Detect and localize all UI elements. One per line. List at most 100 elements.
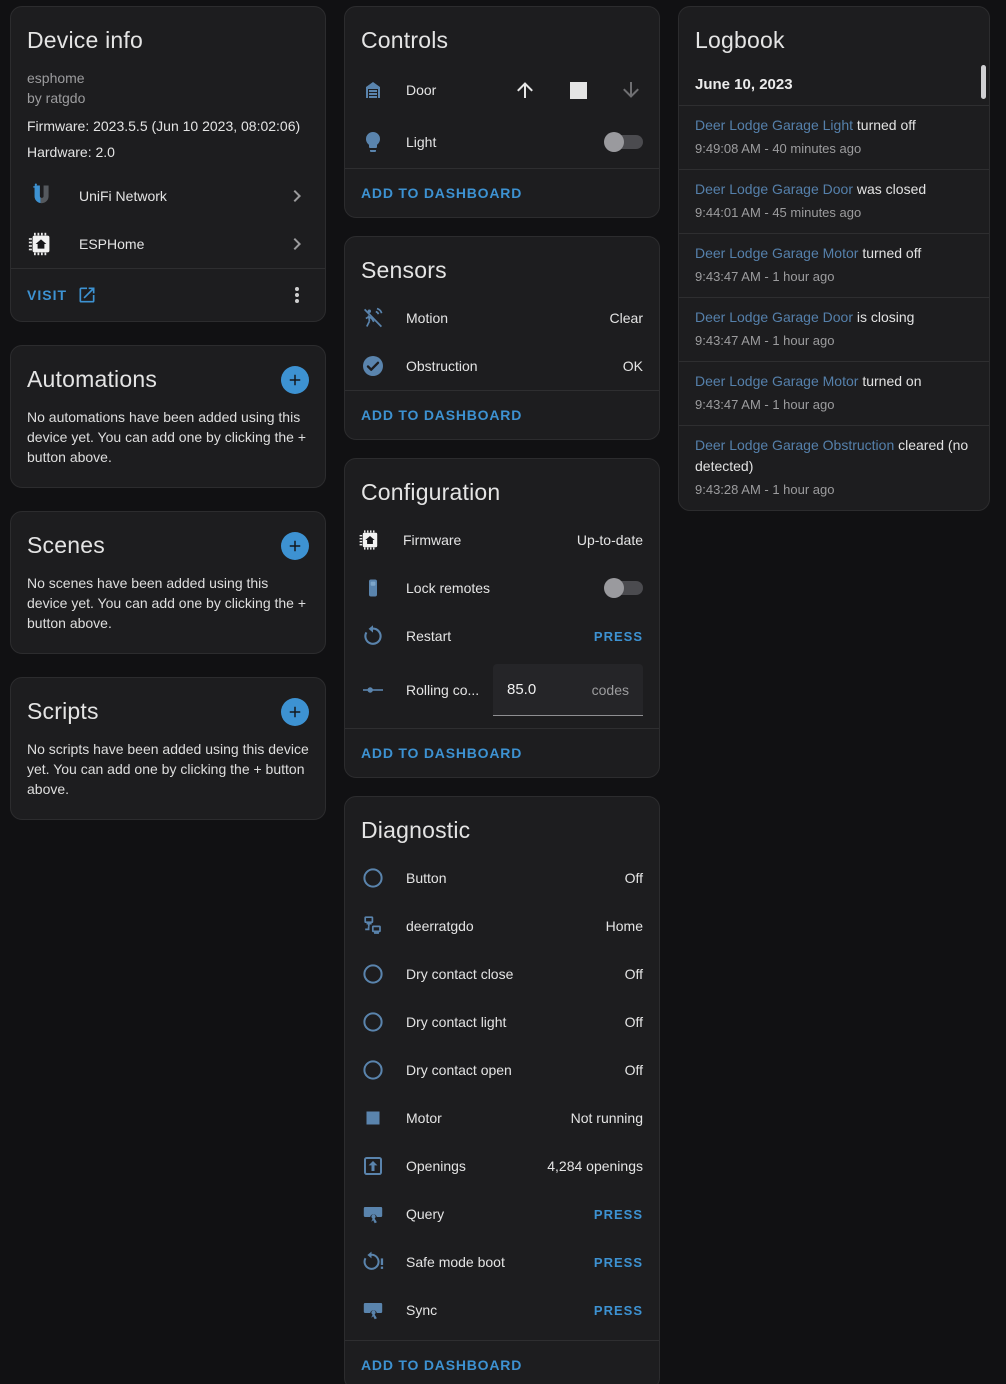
- logbook-event-text: was closed: [856, 181, 927, 197]
- logbook-card: Logbook June 10, 2023 Deer Lodge Garage …: [678, 6, 990, 511]
- sensors-title: Sensors: [361, 257, 447, 283]
- configuration-add-to-dashboard-button[interactable]: ADD TO DASHBOARD: [345, 729, 659, 777]
- row-label: Motor: [406, 1110, 442, 1126]
- scripts-header: Scripts: [11, 678, 325, 735]
- logbook-entry: Deer Lodge Garage Obstruction cleared (n…: [679, 426, 989, 510]
- row-value: Off: [624, 1014, 643, 1030]
- cover-open-button[interactable]: [513, 78, 537, 102]
- restart-alert-icon: [361, 1250, 385, 1274]
- device-hardware-line: Hardware: 2.0: [27, 144, 115, 160]
- plus-icon: [289, 374, 301, 385]
- row-label: Safe mode boot: [406, 1254, 505, 1270]
- ray-vertex-icon: [361, 678, 385, 702]
- open-in-new-icon: [79, 287, 95, 303]
- configuration-title: Configuration: [361, 479, 501, 505]
- circle-outline-icon: [361, 866, 385, 890]
- arrow-down-icon: [623, 82, 639, 98]
- openings-row[interactable]: Openings 4,284 openings: [345, 1142, 659, 1190]
- query-row[interactable]: Query PRESS: [345, 1190, 659, 1238]
- circle-outline-icon: [361, 1010, 385, 1034]
- lightbulb-icon: [361, 130, 385, 154]
- overflow-menu-button[interactable]: [285, 283, 309, 307]
- logbook-entry: Deer Lodge Garage Door is closing 9:43:4…: [679, 298, 989, 361]
- automations-header: Automations: [11, 346, 325, 403]
- row-value: Off: [624, 1062, 643, 1078]
- logbook-event-text: turned off: [862, 245, 922, 261]
- lan-icon: [361, 914, 385, 938]
- visit-button[interactable]: VISIT: [27, 285, 97, 305]
- logbook-event-text: turned off: [856, 117, 916, 133]
- motor-row[interactable]: Motor Not running: [345, 1094, 659, 1142]
- row-value: 4,284 openings: [547, 1158, 643, 1174]
- remote-icon: [361, 576, 385, 600]
- add-scene-button[interactable]: [281, 531, 309, 560]
- toggle-thumb: [604, 132, 624, 152]
- integration-row-unifi[interactable]: UniFi Network: [11, 172, 325, 220]
- rolling-codes-row[interactable]: Rolling co... 85.0 codes: [345, 660, 659, 720]
- cover-stop-button[interactable]: [566, 78, 590, 102]
- right-column: Logbook June 10, 2023 Deer Lodge Garage …: [678, 6, 990, 511]
- controls-card: Controls Door Light ADD TO DASHBOARD: [344, 6, 660, 218]
- cover-buttons: [513, 78, 643, 102]
- sync-row[interactable]: Sync PRESS: [345, 1286, 659, 1334]
- logbook-time: 9:43:47 AM - 1 hour ago: [695, 269, 835, 284]
- logbook-entity-link[interactable]: Deer Lodge Garage Door: [695, 309, 853, 325]
- firmware-value: Up-to-date: [576, 532, 643, 548]
- lock-remotes-row[interactable]: Lock remotes: [345, 564, 659, 612]
- add-automation-button[interactable]: [281, 365, 309, 394]
- scripts-title: Scripts: [27, 698, 99, 724]
- deerratgdo-row[interactable]: deerratgdo Home: [345, 902, 659, 950]
- device-name-line: esphome: [27, 70, 85, 86]
- button-row[interactable]: Button Off: [345, 854, 659, 902]
- logbook-time: 9:49:08 AM - 40 minutes ago: [695, 141, 862, 156]
- logbook-entry: Deer Lodge Garage Light turned off 9:49:…: [679, 106, 989, 169]
- light-toggle[interactable]: [604, 132, 643, 152]
- logbook-entry: Deer Lodge Garage Motor turned off 9:43:…: [679, 234, 989, 297]
- device-name: esphome by ratgdo: [11, 64, 325, 108]
- dry-contact-light-row[interactable]: Dry contact light Off: [345, 998, 659, 1046]
- device-info-card: Device info esphome by ratgdo Firmware: …: [10, 6, 326, 322]
- logbook-event-text: is closing: [856, 309, 915, 325]
- lock-remotes-toggle[interactable]: [604, 578, 643, 598]
- diagnostic-add-to-dashboard-button[interactable]: ADD TO DASHBOARD: [345, 1341, 659, 1384]
- logbook-entity-link[interactable]: Deer Lodge Garage Door: [695, 181, 853, 197]
- logbook-entity-link[interactable]: Deer Lodge Garage Motor: [695, 373, 858, 389]
- safe-mode-boot-row[interactable]: Safe mode boot PRESS: [345, 1238, 659, 1286]
- row-label: Dry contact light: [406, 1014, 507, 1030]
- light-label: Light: [406, 134, 437, 150]
- scripts-card: Scripts No scripts have been added using…: [10, 677, 326, 820]
- integration-row-esphome[interactable]: ESPHome: [11, 220, 325, 268]
- dry-contact-open-row[interactable]: Dry contact open Off: [345, 1046, 659, 1094]
- sensors-card: Sensors Motion Clear Obstruction OK ADD …: [344, 236, 660, 440]
- rolling-codes-input[interactable]: 85.0 codes: [493, 664, 643, 716]
- motion-row[interactable]: Motion Clear: [345, 294, 659, 342]
- controls-add-to-dashboard-button[interactable]: ADD TO DASHBOARD: [345, 169, 659, 217]
- device-info-title: Device info: [27, 27, 143, 53]
- door-row[interactable]: Door: [345, 64, 659, 116]
- logbook-date-header: June 10, 2023: [695, 76, 793, 93]
- logbook-entity-link[interactable]: Deer Lodge Garage Motor: [695, 245, 858, 261]
- logbook-entity-link[interactable]: Deer Lodge Garage Light: [695, 117, 853, 133]
- automations-card: Automations No automations have been add…: [10, 345, 326, 488]
- motion-label: Motion: [406, 310, 449, 326]
- door-label: Door: [406, 82, 437, 98]
- obstruction-row[interactable]: Obstruction OK: [345, 342, 659, 390]
- add-script-button[interactable]: [281, 697, 309, 726]
- sensors-add-to-dashboard-button[interactable]: ADD TO DASHBOARD: [345, 391, 659, 439]
- firmware-row[interactable]: Firmware Up-to-date: [345, 516, 659, 564]
- sync-press-button[interactable]: PRESS: [594, 1303, 643, 1318]
- cover-close-button[interactable]: [619, 78, 643, 102]
- scenes-empty-text: No scenes have been added using this dev…: [27, 575, 307, 631]
- restart-press-button[interactable]: PRESS: [594, 629, 643, 644]
- logbook-entity-link[interactable]: Deer Lodge Garage Obstruction: [695, 437, 894, 453]
- dry-contact-close-row[interactable]: Dry contact close Off: [345, 950, 659, 998]
- restart-row[interactable]: Restart PRESS: [345, 612, 659, 660]
- logbook-title: Logbook: [695, 27, 785, 53]
- safe-mode-boot-press-button[interactable]: PRESS: [594, 1255, 643, 1270]
- row-label: Sync: [406, 1302, 438, 1318]
- logbook-scrollbar[interactable]: [981, 65, 986, 99]
- circle-outline-icon: [361, 962, 385, 986]
- chevron-right-icon: [285, 232, 309, 256]
- query-press-button[interactable]: PRESS: [594, 1207, 643, 1222]
- light-row[interactable]: Light: [345, 116, 659, 168]
